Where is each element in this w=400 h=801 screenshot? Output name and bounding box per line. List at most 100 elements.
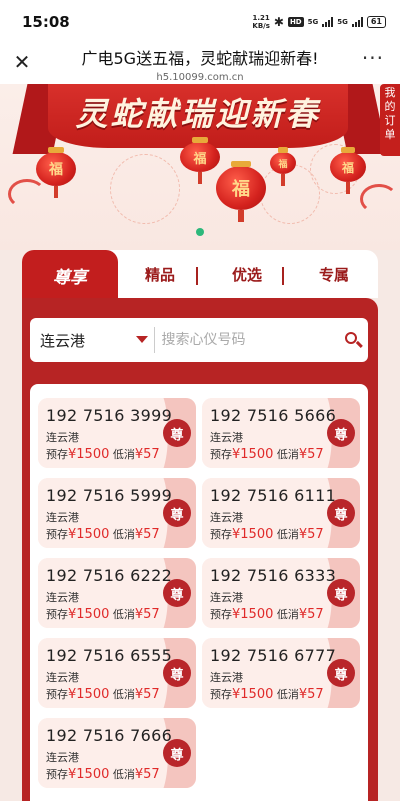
premium-badge: 尊 (327, 579, 355, 607)
network-speed: 1.21 KB/s (252, 14, 269, 30)
number-price: 预存¥1500 低消¥57 (210, 526, 324, 542)
deposit-amount: ¥1500 (232, 687, 274, 702)
lantern-char: 福 (341, 160, 354, 175)
min-spend-amount: ¥57 (134, 687, 160, 702)
number-city: 连云港 (46, 591, 79, 604)
number-city: 连云港 (210, 591, 243, 604)
deposit-amount: ¥1500 (68, 607, 110, 622)
premium-badge: 尊 (327, 419, 355, 447)
tab-divider (282, 267, 284, 285)
phone-number: 192 7516 6111 (210, 486, 337, 505)
my-orders-button[interactable]: 我的订单 (380, 84, 400, 156)
search-icon[interactable] (336, 318, 368, 362)
premium-badge: 尊 (163, 739, 191, 767)
min-spend-label: 低消 (112, 608, 135, 621)
number-card[interactable]: 192 7516 6111 连云港 预存¥1500 低消¥57 尊 (202, 478, 360, 548)
number-price: 预存¥1500 低消¥57 (46, 526, 160, 542)
number-card[interactable]: 192 7516 6777 连云港 预存¥1500 低消¥57 尊 (202, 638, 360, 708)
tab-zunxiang[interactable]: 尊享 (22, 250, 118, 300)
more-icon[interactable]: ··· (362, 46, 384, 70)
premium-badge: 尊 (163, 659, 191, 687)
number-price: 预存¥1500 低消¥57 (46, 686, 160, 702)
premium-badge: 尊 (163, 579, 191, 607)
nav-bar: ✕ 广电5G送五福，灵蛇献瑞迎新春! h5.10099.com.cn ··· (0, 44, 400, 84)
status-icons: 1.21 KB/s ✱ HD 5G 5G 61 (252, 14, 386, 30)
number-card[interactable]: 192 7516 3999 连云港 预存¥1500 低消¥57 尊 (38, 398, 196, 468)
network-type-1: 5G (307, 18, 319, 26)
cloud-swirl-decoration (360, 184, 398, 214)
firework-decoration (110, 154, 180, 224)
number-card[interactable]: 192 7516 6333 连云港 预存¥1500 低消¥57 尊 (202, 558, 360, 628)
premium-badge: 尊 (327, 499, 355, 527)
close-icon[interactable]: ✕ (11, 51, 33, 73)
banner-title: 灵蛇献瑞迎新春 (75, 95, 321, 133)
phone-number: 192 7516 6555 (46, 646, 173, 665)
min-spend-amount: ¥57 (298, 527, 324, 542)
phone-number: 192 7516 7666 (46, 726, 173, 745)
deposit-amount: ¥1500 (232, 527, 274, 542)
banner-carousel[interactable]: 灵蛇献瑞迎新春 福 福 福 福 福 (0, 84, 400, 250)
tab-jingpin[interactable]: 精品 (122, 250, 198, 298)
premium-badge: 尊 (163, 499, 191, 527)
number-card[interactable]: 192 7516 6222 连云港 预存¥1500 低消¥57 尊 (38, 558, 196, 628)
caret-down-icon (135, 336, 148, 343)
number-card[interactable]: 192 7516 7666 连云港 预存¥1500 低消¥57 尊 (38, 718, 196, 788)
cloud-swirl-decoration (8, 179, 46, 209)
tab-zhuanshu[interactable]: 专属 (298, 250, 370, 298)
number-city: 连云港 (46, 671, 79, 684)
signal-icon-2 (351, 17, 363, 27)
lantern-char: 福 (193, 151, 207, 167)
number-city: 连云港 (210, 671, 243, 684)
network-speed-unit: KB/s (252, 22, 270, 30)
search-input[interactable] (154, 318, 336, 362)
phone-number: 192 7516 6333 (210, 566, 337, 585)
number-card[interactable]: 192 7516 5999 连云港 预存¥1500 低消¥57 尊 (38, 478, 196, 548)
deposit-amount: ¥1500 (232, 447, 274, 462)
number-card[interactable]: 192 7516 6555 连云港 预存¥1500 低消¥57 尊 (38, 638, 196, 708)
number-panel: 尊享 精品 优选 专属 连云港 192 7516 3999 连云港 预存¥150… (22, 250, 378, 801)
lantern-char: 福 (278, 159, 288, 170)
tab-youxuan[interactable]: 优选 (212, 250, 282, 298)
min-spend-amount: ¥57 (298, 447, 324, 462)
deposit-label: 预存 (210, 448, 232, 461)
search-bar: 连云港 (30, 318, 368, 362)
deposit-label: 预存 (210, 688, 232, 701)
deposit-label: 预存 (210, 528, 232, 541)
deposit-label: 预存 (210, 608, 232, 621)
number-city: 连云港 (210, 511, 243, 524)
lantern-icon: 福 (180, 137, 220, 184)
status-bar: 15:08 1.21 KB/s ✱ HD 5G 5G 61 (0, 0, 400, 44)
deposit-label: 预存 (46, 528, 68, 541)
deposit-label: 预存 (46, 768, 68, 781)
phone-number: 192 7516 3999 (46, 406, 173, 425)
min-spend-amount: ¥57 (134, 607, 160, 622)
min-spend-label: 低消 (276, 688, 299, 701)
hd-badge: HD (287, 17, 304, 27)
min-spend-label: 低消 (112, 768, 135, 781)
min-spend-label: 低消 (112, 528, 135, 541)
number-price: 预存¥1500 低消¥57 (46, 446, 160, 462)
city-select[interactable]: 连云港 (30, 318, 154, 362)
deposit-label: 预存 (46, 608, 68, 621)
min-spend-label: 低消 (276, 448, 299, 461)
number-price: 预存¥1500 低消¥57 (210, 686, 324, 702)
lantern-icon: 福 (270, 147, 296, 186)
carousel-indicator[interactable] (196, 228, 204, 236)
lantern-char: 福 (232, 179, 250, 200)
bluetooth-icon: ✱ (273, 15, 284, 29)
number-list: 192 7516 3999 连云港 预存¥1500 低消¥57 尊 192 75… (30, 384, 368, 801)
panel-body: 连云港 192 7516 3999 连云港 预存¥1500 低消¥57 尊 19… (22, 298, 378, 801)
number-price: 预存¥1500 低消¥57 (210, 606, 324, 622)
min-spend-label: 低消 (276, 528, 299, 541)
lantern-icon: 福 (36, 147, 76, 198)
deposit-amount: ¥1500 (68, 527, 110, 542)
city-select-value: 连云港 (40, 331, 86, 350)
deposit-amount: ¥1500 (232, 607, 274, 622)
deposit-amount: ¥1500 (68, 767, 110, 782)
min-spend-label: 低消 (112, 688, 135, 701)
page-title: 广电5G送五福，灵蛇献瑞迎新春! (81, 49, 319, 68)
battery-icon: 61 (366, 16, 386, 28)
phone-number: 192 7516 6777 (210, 646, 337, 665)
number-card[interactable]: 192 7516 5666 连云港 预存¥1500 低消¥57 尊 (202, 398, 360, 468)
tab-bar: 尊享 精品 优选 专属 (22, 250, 378, 300)
